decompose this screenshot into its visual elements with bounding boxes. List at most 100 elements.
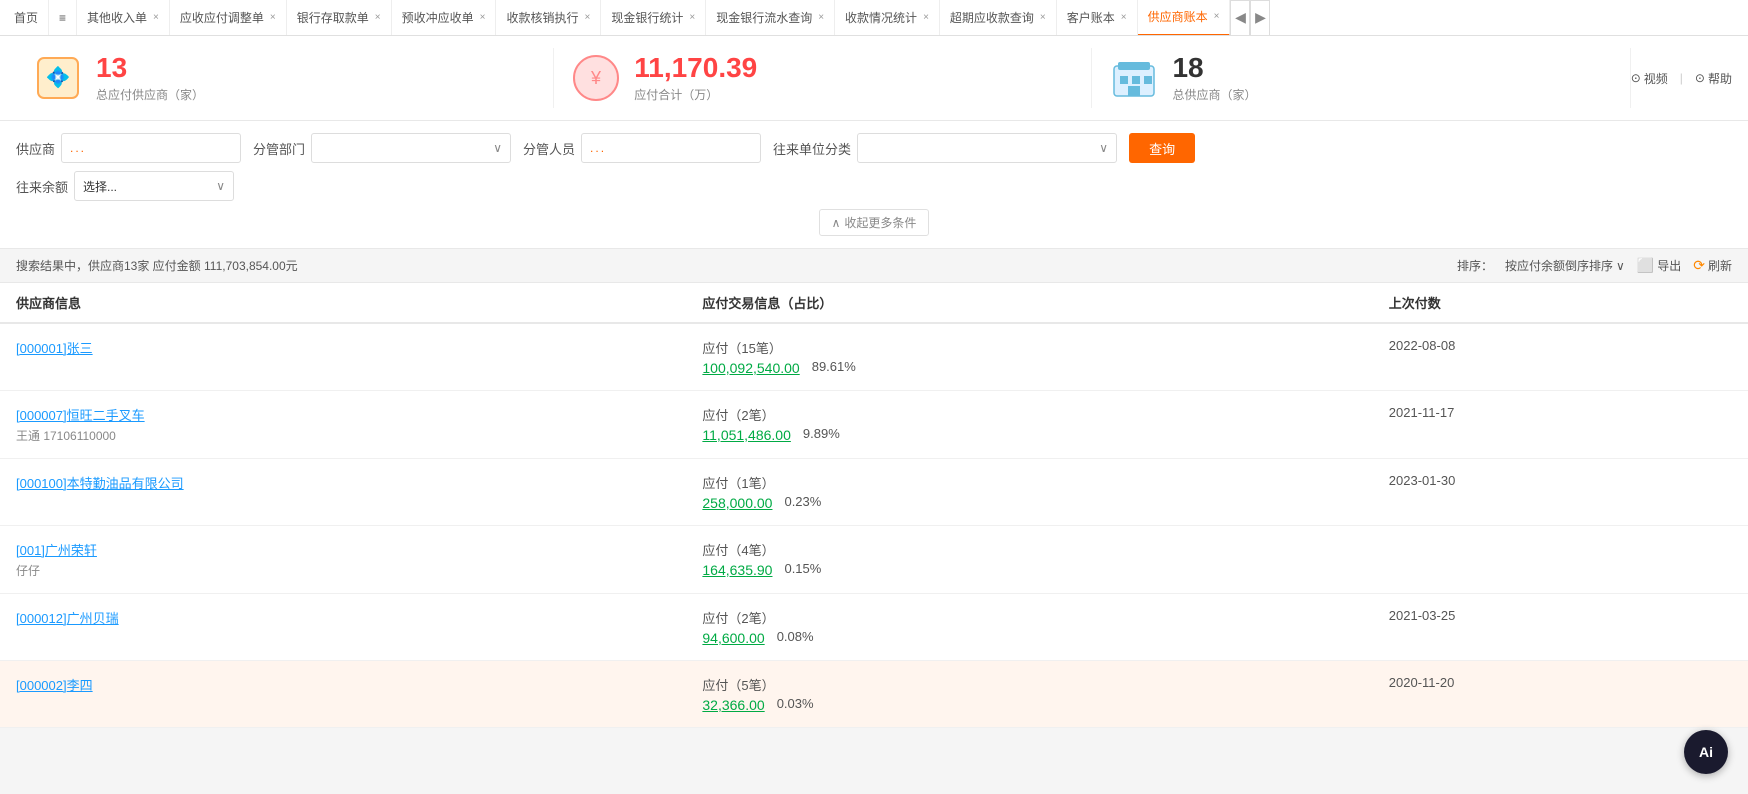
filter-balance: 往来余额 选择... ∨ [16,171,234,201]
nav-tab-custbook[interactable]: 客户账本 × [1057,0,1138,36]
close-icon[interactable]: × [153,12,159,23]
nav-prev-button[interactable]: ◀ [1230,0,1250,36]
nav-tab-income-label: 其他收入单 [87,9,147,26]
nav-tab-menu[interactable]: ≡ [49,0,77,36]
result-summary: 搜索结果中，供应商13家 应付金额 111,703,854.00元 [16,257,298,274]
nav-tab-menu-label: ≡ [59,11,66,25]
tx-amount[interactable]: 11,051,486.00 [702,427,791,443]
tx-count-label: 应付 [702,473,728,492]
dept-select[interactable]: ∨ [311,133,511,163]
result-bar: 搜索结果中，供应商13家 应付金额 111,703,854.00元 排序： 按应… [0,249,1748,283]
nav-tab-overdue-label: 超期应收款查询 [950,9,1034,26]
close-icon[interactable]: × [1040,12,1046,23]
video-link[interactable]: ⊙ 视频 [1631,70,1668,87]
total-suppliers-number: 18 [1172,54,1256,82]
collapse-button[interactable]: ∧ 收起更多条件 [819,209,930,236]
supplier-code: [001] [16,543,45,558]
supplier-link[interactable]: [000001]张三 [16,341,93,356]
total-suppliers-label: 总供应商（家） [1172,86,1256,103]
category-select[interactable]: ∨ [857,133,1117,163]
nav-tab-home[interactable]: 首页 [4,0,49,36]
supplier-link[interactable]: [001]广州荣轩 [16,543,97,558]
sort-arrow: ∨ [1616,259,1625,273]
tx-info-cell: 应付 （4笔） 164,635.90 0.15% [702,540,1388,578]
last-pay-cell: 2020-11-20 [1389,675,1732,690]
supplier-link[interactable]: [000007]恒旺二手叉车 [16,408,145,423]
tx-row: 应付 （4笔） [702,540,1388,559]
sort-select[interactable]: 按应付余额倒序排序 ∨ [1505,257,1625,274]
nav-tab-cashflow[interactable]: 现金银行流水查询 × [706,0,835,36]
nav-tab-exec[interactable]: 收款核销执行 × [496,0,601,36]
tx-row: 应付 （2笔） [702,608,1388,627]
tx-amount[interactable]: 258,000.00 [702,495,772,511]
help-link[interactable]: ⊙ 帮助 [1695,70,1732,87]
tx-amount-row: 32,366.00 0.03% [702,694,1388,713]
last-pay-cell: 2023-01-30 [1389,473,1732,488]
nav-tab-prepay[interactable]: 预收冲应收单 × [392,0,497,36]
supplier-info-cell: [000007]恒旺二手叉车 王通 17106110000 [16,405,702,444]
nav-tab-collect[interactable]: 收款情况统计 × [835,0,940,36]
collapse-label: 收起更多条件 [844,214,916,231]
supplier-name: 恒旺二手叉车 [67,408,145,423]
col-header-lastpay: 上次付数 [1389,293,1732,312]
collapse-icon: ∧ [832,216,841,230]
nav-tab-bank[interactable]: 银行存取款单 × [287,0,392,36]
balance-label: 往来余额 [16,177,68,196]
close-icon[interactable]: × [1214,11,1220,22]
nav-tab-supplierbook[interactable]: 供应商账本 × [1138,0,1231,36]
result-actions: 排序： 按应付余额倒序排序 ∨ ⬜ 导出 ⟳ 刷新 [1457,257,1732,274]
top-navigation: 首页 ≡ 其他收入单 × 应收应付调整单 × 银行存取款单 × 预收冲应收单 ×… [0,0,1748,36]
nav-tab-income[interactable]: 其他收入单 × [77,0,170,36]
filter-row-1: 供应商 ... 分管部门 ∨ 分管人员 ... 往来单位分类 ∨ [16,133,1732,163]
supplier-name: 本特勤油品有限公司 [67,476,184,491]
person-input[interactable]: ... [581,133,761,163]
supplier-label: 供应商 [16,139,55,158]
refresh-button[interactable]: ⟳ 刷新 [1693,257,1732,274]
export-button[interactable]: ⬜ 导出 [1637,257,1681,274]
close-icon[interactable]: × [689,12,695,23]
tx-amount[interactable]: 164,635.90 [702,562,772,578]
close-icon[interactable]: × [584,12,590,23]
tx-percent: 0.08% [777,629,814,644]
close-icon[interactable]: × [1121,12,1127,23]
nav-tab-bank-label: 银行存取款单 [297,9,369,26]
supplier-link[interactable]: [000002]李四 [16,678,93,693]
tx-amount[interactable]: 100,092,540.00 [702,360,799,376]
last-pay-date: 2022-08-08 [1389,338,1456,353]
tx-amount[interactable]: 94,600.00 [702,630,764,646]
supplier-sub: 仔仔 [16,562,702,579]
video-label: 视频 [1644,70,1668,87]
close-icon[interactable]: × [375,12,381,23]
tx-info-cell: 应付 （15笔） 100,092,540.00 89.61% [702,338,1388,376]
supplier-info-cell: [000012]广州贝瑞 [16,608,702,627]
balance-select-value: 选择... [83,178,117,195]
supplier-link[interactable]: [000100]本特勤油品有限公司 [16,476,184,491]
supplier-info-cell: [001]广州荣轩 仔仔 [16,540,702,579]
close-icon[interactable]: × [480,12,486,23]
dept-select-arrow: ∨ [493,141,502,155]
nav-tab-cashstat-label: 现金银行统计 [611,9,683,26]
nav-tab-supplierbook-label: 供应商账本 [1148,8,1208,25]
stat-block-total-suppliers: 18 总供应商（家） [1092,48,1630,108]
category-select-arrow: ∨ [1099,141,1108,155]
balance-select[interactable]: 选择... ∨ [74,171,234,201]
tx-amount[interactable]: 32,366.00 [702,697,764,713]
close-icon[interactable]: × [923,12,929,23]
query-button[interactable]: 查询 [1129,133,1195,163]
supplier-input[interactable]: ... [61,133,241,163]
tx-percent: 0.15% [784,561,821,576]
table-row: [000001]张三 应付 （15笔） 100,092,540.00 89.61… [0,324,1748,391]
nav-tab-cashstat[interactable]: 现金银行统计 × [601,0,706,36]
close-icon[interactable]: × [818,12,824,23]
nav-tab-overdue[interactable]: 超期应收款查询 × [940,0,1057,36]
supplier-code: [000100] [16,476,67,491]
nav-next-button[interactable]: ▶ [1250,0,1270,36]
supplier-link[interactable]: [000012]广州贝瑞 [16,611,119,626]
tx-row: 应付 （5笔） [702,675,1388,694]
supplier-name: 广州荣轩 [45,543,97,558]
nav-tab-adjust[interactable]: 应收应付调整单 × [170,0,287,36]
stat-text-payable-suppliers: 13 总应付供应商（家） [96,54,204,103]
ai-button[interactable]: Ai [1684,730,1728,774]
close-icon[interactable]: × [270,12,276,23]
supplier-name: 李四 [67,678,93,693]
